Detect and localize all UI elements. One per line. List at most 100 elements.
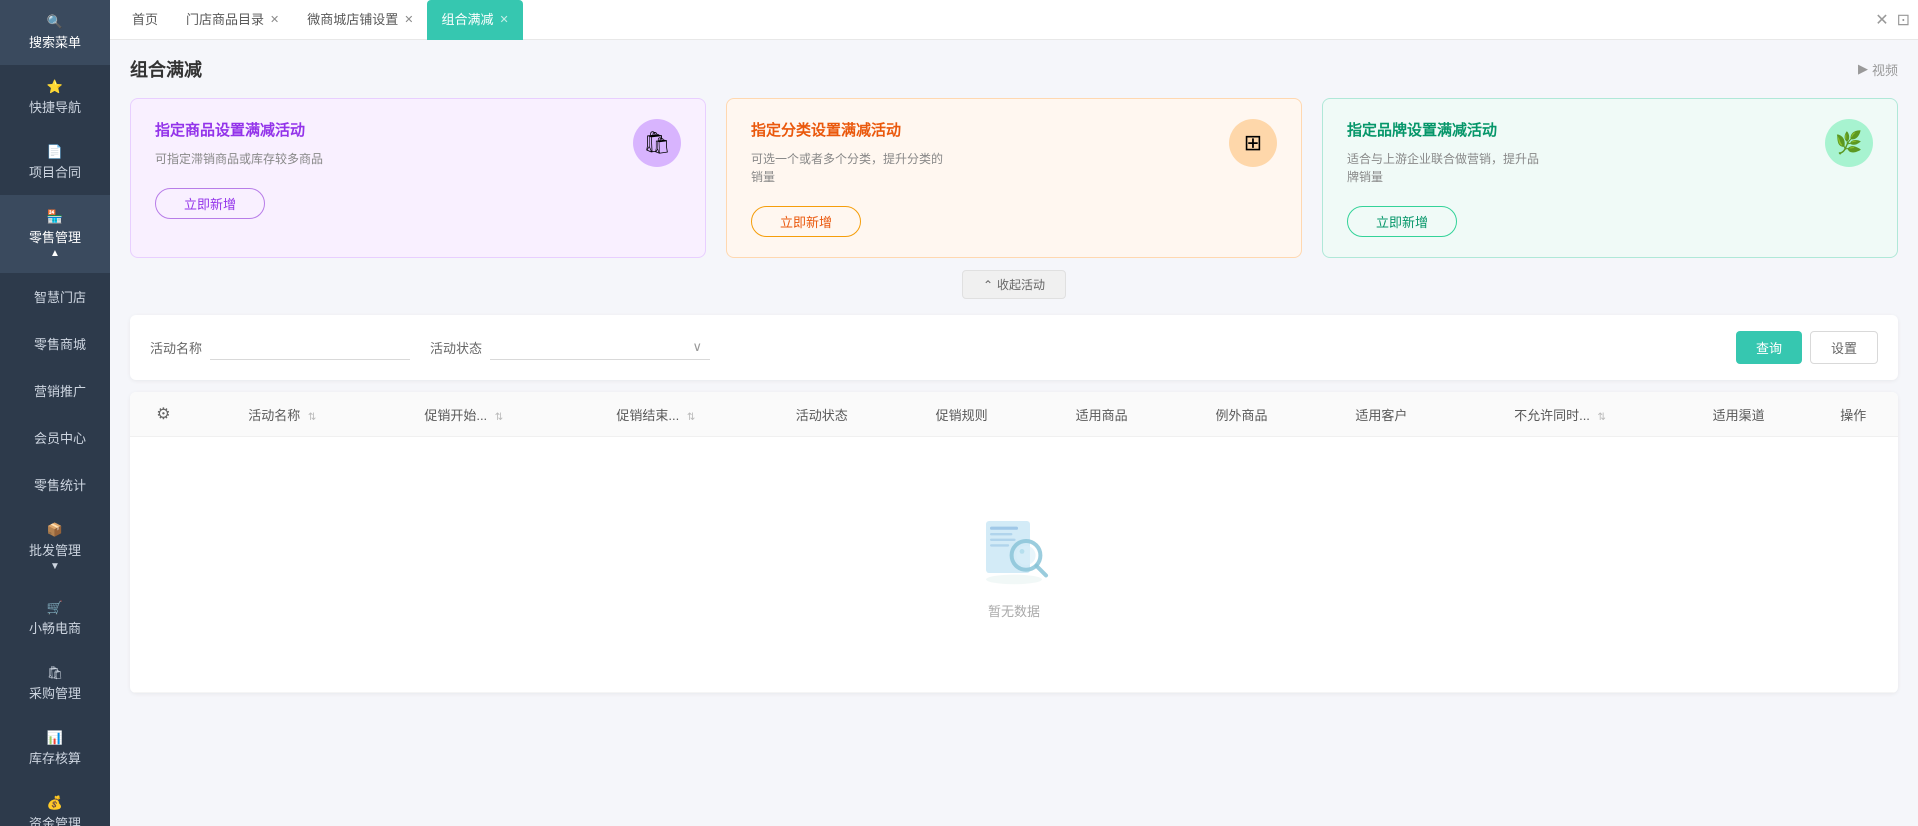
collapse-label: 收起活动	[997, 276, 1045, 293]
category-card-icon: ⊞	[1229, 119, 1277, 167]
sidebar-item-label: 采购管理	[29, 683, 81, 702]
query-button[interactable]: 查询	[1736, 331, 1802, 364]
table-body: 暂无数据	[130, 437, 1898, 693]
activity-status-select[interactable]: ∨	[490, 335, 710, 360]
sort-arrows-icon: ⇅	[308, 412, 316, 423]
sidebar-item-marketing[interactable]: 营销推广	[0, 367, 110, 414]
page-title: 组合满减	[130, 56, 202, 82]
brand-card-desc: 适合与上游企业联合做营销，提升品牌销量	[1347, 150, 1547, 186]
column-no-concurrent[interactable]: 不允许同时... ⇅	[1451, 392, 1668, 437]
sidebar-item-wholesale[interactable]: 📦 批发管理 ▼	[0, 508, 110, 586]
sidebar-item-search[interactable]: 🔍 搜索菜单	[0, 0, 110, 65]
column-promo-start[interactable]: 促销开始... ⇅	[368, 392, 560, 437]
activity-card-goods: 🛍 指定商品设置满减活动 可指定滞销商品或库存较多商品 立即新增	[130, 98, 706, 258]
goods-card-title: 指定商品设置满减活动	[155, 119, 681, 140]
sidebar-item-retail[interactable]: 🏪 零售管理 ▲	[0, 195, 110, 273]
restore-window-icon[interactable]: ⊡	[1897, 10, 1910, 30]
sort-arrows-icon: ⇅	[687, 412, 695, 423]
category-card-add-button[interactable]: 立即新增	[751, 206, 861, 237]
video-link[interactable]: ▶ 视频	[1858, 60, 1898, 79]
brand-card-add-button[interactable]: 立即新增	[1347, 206, 1457, 237]
sidebar-item-finance[interactable]: 💰 资金管理	[0, 781, 110, 826]
column-operation-label: 操作	[1840, 408, 1866, 423]
column-promo-rules-label: 促销规则	[936, 408, 988, 423]
column-activity-status-label: 活动状态	[796, 408, 848, 423]
tab-product-catalog-close[interactable]: ✕	[270, 0, 279, 40]
column-applicable-goods: 适用商品	[1032, 392, 1172, 437]
search-bar: 活动名称 活动状态 ∨ 查询 设置	[130, 315, 1898, 380]
sidebar-item-label: 零售管理	[29, 227, 81, 246]
empty-text: 暂无数据	[988, 601, 1040, 620]
sidebar-item-smart-store[interactable]: 智慧门店	[0, 273, 110, 320]
data-table-container: ⚙ 活动名称 ⇅ 促销开始... ⇅ 促销结束... ⇅	[130, 392, 1898, 693]
sidebar-item-label: 小畅电商	[29, 618, 81, 637]
search-actions: 查询 设置	[1736, 331, 1878, 364]
goods-card-desc: 可指定滞销商品或库存较多商品	[155, 150, 355, 168]
column-exception-goods-label: 例外商品	[1215, 408, 1267, 423]
table-empty-state: 暂无数据	[130, 437, 1898, 693]
sidebar-item-ecommerce[interactable]: 🛒 小畅电商	[0, 586, 110, 651]
tab-product-catalog[interactable]: 门店商品目录 ✕	[172, 0, 293, 40]
column-promo-start-label: 促销开始...	[424, 408, 487, 423]
search-menu-icon: 🔍	[47, 14, 63, 30]
table-header: ⚙ 活动名称 ⇅ 促销开始... ⇅ 促销结束... ⇅	[130, 392, 1898, 437]
column-exception-goods: 例外商品	[1172, 392, 1312, 437]
page-header: 组合满减 ▶ 视频	[130, 56, 1898, 82]
collapse-button[interactable]: ⌃ 收起活动	[962, 270, 1066, 299]
wholesale-icon: 📦	[47, 522, 63, 538]
column-applicable-goods-label: 适用商品	[1076, 408, 1128, 423]
sidebar-item-purchase[interactable]: 🛍 采购管理	[0, 651, 110, 716]
column-applicable-channel-label: 适用渠道	[1713, 408, 1765, 423]
bag-icon: 🛍	[643, 130, 671, 156]
category-card-title: 指定分类设置满减活动	[751, 119, 1277, 140]
tab-store-settings-close[interactable]: ✕	[404, 0, 413, 40]
sidebar-item-retail-stats[interactable]: 零售统计	[0, 461, 110, 508]
close-window-icon[interactable]: ✕	[1875, 10, 1888, 30]
tab-store-settings[interactable]: 微商城店铺设置 ✕	[293, 0, 427, 40]
sidebar-item-label: 零售商城	[34, 334, 86, 353]
sidebar-item-label: 会员中心	[34, 428, 86, 447]
activity-status-label: 活动状态	[430, 338, 482, 357]
play-circle-icon: ▶	[1858, 61, 1868, 77]
tab-bar-actions: ✕ ⊡	[1875, 10, 1910, 30]
sidebar-item-retail-mall[interactable]: 零售商城	[0, 320, 110, 367]
data-table: ⚙ 活动名称 ⇅ 促销开始... ⇅ 促销结束... ⇅	[130, 392, 1898, 693]
brand-card-icon: 🌿	[1825, 119, 1873, 167]
purchase-icon: 🛍	[47, 665, 64, 681]
category-card-desc: 可选一个或者多个分类，提升分类的销量	[751, 150, 951, 186]
quick-nav-icon: ⭐	[47, 79, 63, 95]
tab-combo-discount[interactable]: 组合满减 ✕	[427, 0, 522, 40]
activity-cards: 🛍 指定商品设置满减活动 可指定滞销商品或库存较多商品 立即新增 ⊞ 指定分类设…	[130, 98, 1898, 258]
goods-card-add-button[interactable]: 立即新增	[155, 188, 265, 219]
sidebar-item-quick-nav[interactable]: ⭐ 快捷导航	[0, 65, 110, 130]
column-no-concurrent-label: 不允许同时...	[1514, 408, 1590, 423]
column-promo-end[interactable]: 促销结束... ⇅	[560, 392, 752, 437]
column-activity-status: 活动状态	[752, 392, 892, 437]
chevron-up-icon: ⌃	[983, 278, 993, 292]
column-settings[interactable]: ⚙	[130, 392, 197, 437]
empty-state: 暂无数据	[140, 449, 1888, 680]
chevron-up-icon: ▲	[50, 248, 60, 259]
video-label: 视频	[1872, 60, 1898, 79]
empty-illustration	[964, 509, 1064, 589]
gear-icon[interactable]: ⚙	[156, 406, 170, 423]
leaf-icon: 🌿	[1835, 130, 1862, 156]
content-area: 组合满减 ▶ 视频 🛍 指定商品设置满减活动 可指定滞销商品或库存较多商品 立即…	[110, 40, 1918, 826]
sidebar-item-label: 搜索菜单	[29, 32, 81, 51]
settings-button[interactable]: 设置	[1810, 331, 1878, 364]
tab-home[interactable]: 首页	[118, 0, 172, 40]
activity-name-input[interactable]	[210, 336, 410, 360]
ecommerce-icon: 🛒	[47, 600, 63, 616]
sidebar-item-project[interactable]: 📄 项目合同	[0, 130, 110, 195]
finance-icon: 💰	[47, 795, 63, 811]
collapse-bar: ⌃ 收起活动	[130, 270, 1898, 299]
column-applicable-channel: 适用渠道	[1669, 392, 1809, 437]
tab-combo-discount-close[interactable]: ✕	[500, 0, 509, 40]
sidebar-item-label: 智慧门店	[34, 287, 86, 306]
column-activity-name[interactable]: 活动名称 ⇅	[197, 392, 368, 437]
column-operation: 操作	[1809, 392, 1898, 437]
sidebar-item-member[interactable]: 会员中心	[0, 414, 110, 461]
sidebar-item-inventory[interactable]: 📊 库存核算	[0, 716, 110, 781]
tab-store-settings-label: 微商城店铺设置	[307, 0, 398, 40]
tab-combo-discount-label: 组合满减	[441, 0, 493, 40]
